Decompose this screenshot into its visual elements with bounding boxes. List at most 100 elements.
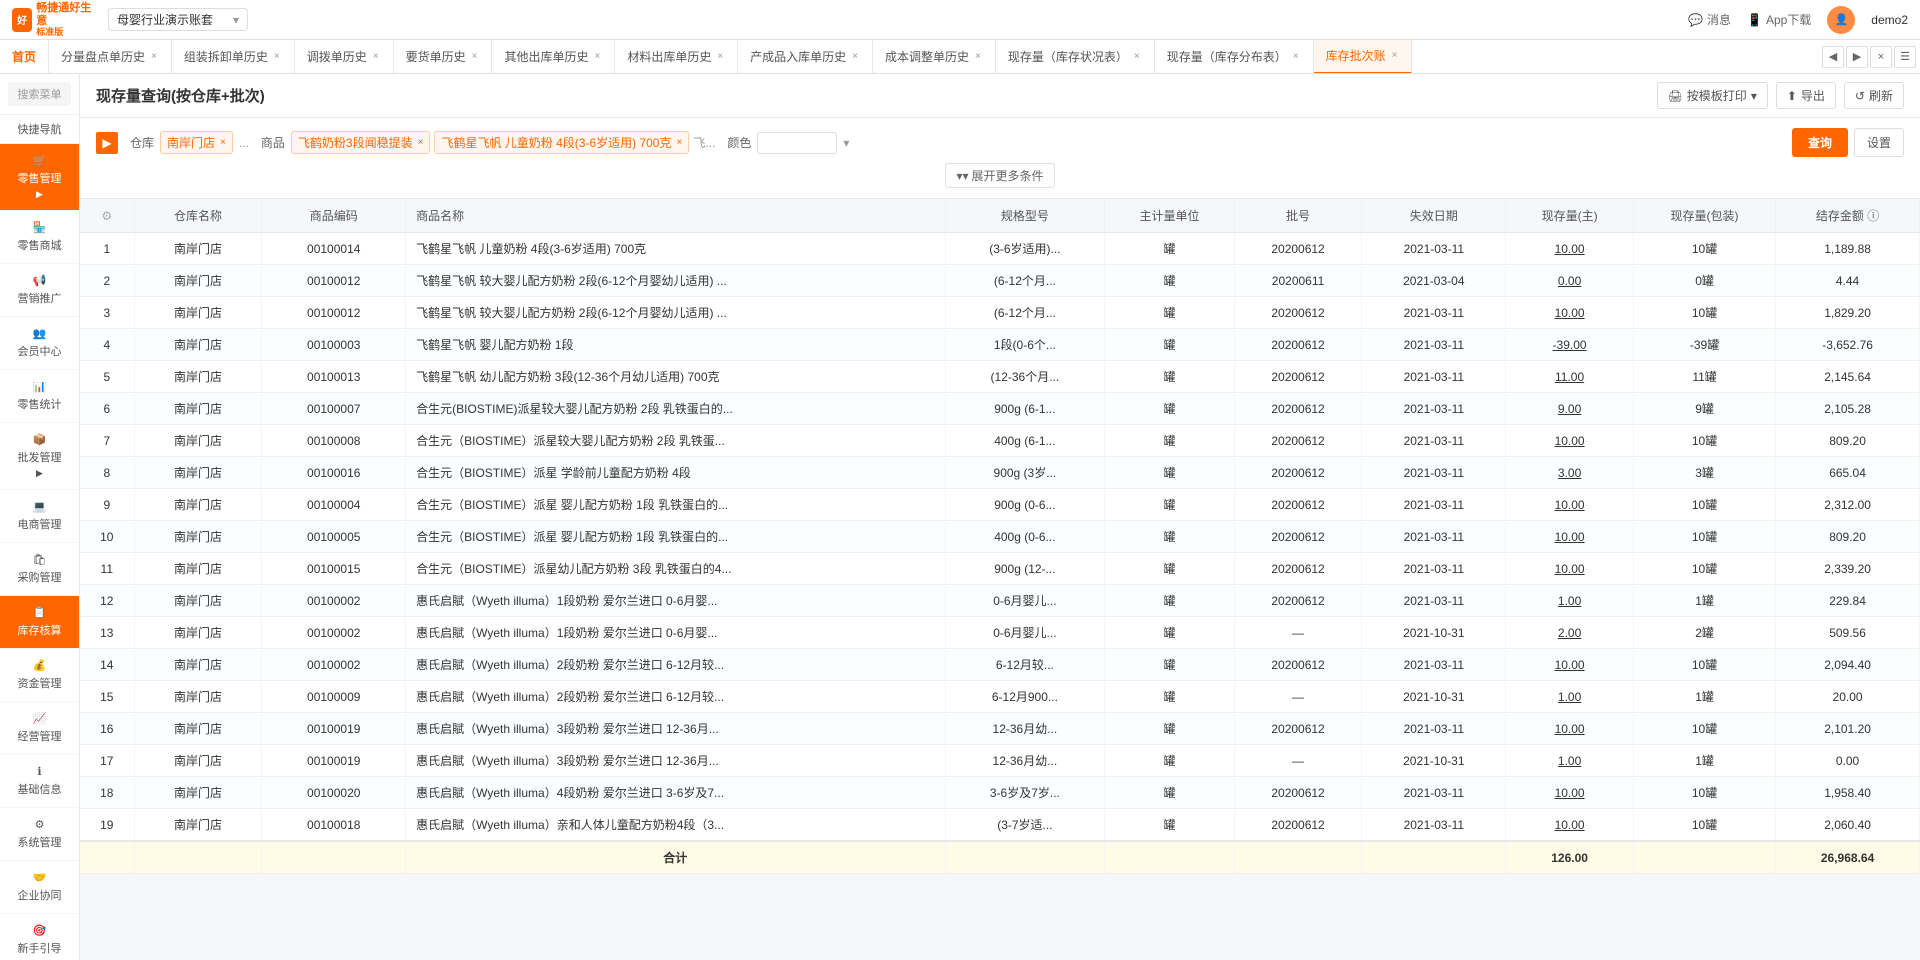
guide-label: 新手引导 [18, 940, 62, 956]
sidebar-item-member[interactable]: 👥 会员中心 [0, 317, 79, 370]
tab-3-close[interactable]: × [371, 50, 381, 63]
row-qty[interactable]: 10.00 [1506, 233, 1634, 265]
message-btn[interactable]: 💬 消息 [1688, 11, 1731, 28]
product-more[interactable]: 飞... [693, 134, 715, 151]
wholesale-icon: 📦 [33, 433, 47, 446]
export-btn[interactable]: ⬆ 导出 [1776, 82, 1836, 109]
sidebar-item-ecommerce[interactable]: 💻 电商管理 [0, 490, 79, 543]
tab-10[interactable]: 现存量（库存分布表） × [1155, 40, 1314, 74]
row-qty[interactable]: -39.00 [1506, 329, 1634, 361]
sidebar-item-retail-mall[interactable]: 🏪 零售商城 [0, 211, 79, 264]
retail-stats-label: 零售统计 [18, 396, 62, 412]
tab-2[interactable]: 组装拆卸单历史 × [172, 40, 295, 74]
tab-8-close[interactable]: × [973, 50, 983, 63]
row-qty[interactable]: 10.00 [1506, 649, 1634, 681]
sidebar-item-basic-info[interactable]: ℹ 基础信息 [0, 755, 79, 808]
row-qty[interactable]: 2.00 [1506, 617, 1634, 649]
search-menu-label[interactable]: 搜索菜单 [8, 82, 71, 106]
industry-selector[interactable]: 母婴行业演示账套 ▾ [108, 8, 248, 31]
row-qty[interactable]: 10.00 [1506, 489, 1634, 521]
expand-conditions-btn[interactable]: ▾▾ 展开更多条件 [945, 163, 1054, 188]
sidebar-shortcut[interactable]: 快捷导航 [0, 115, 79, 144]
header-row: ⚙ 仓库名称 商品编码 商品名称 规格型号 [80, 199, 1920, 233]
row-qty[interactable]: 10.00 [1506, 521, 1634, 553]
tab-11[interactable]: 库存批次账 × [1314, 40, 1413, 74]
row-qty[interactable]: 10.00 [1506, 553, 1634, 585]
sidebar-item-retail-mgmt[interactable]: 🛒 零售管理 ▶ [0, 144, 79, 211]
tab-8[interactable]: 成本调整单历史 × [873, 40, 996, 74]
app-download-btn[interactable]: 📱 App下载 [1747, 11, 1811, 28]
row-no: 14 [80, 649, 134, 681]
tab-4-close[interactable]: × [470, 50, 480, 63]
sidebar-item-wholesale[interactable]: 📦 批发管理 ▶ [0, 423, 79, 490]
row-unit: 罐 [1105, 297, 1234, 329]
tab-2-close[interactable]: × [272, 50, 282, 63]
sidebar-item-operations[interactable]: 📈 经营管理 [0, 702, 79, 755]
product-tag-1-close-icon[interactable]: × [418, 137, 424, 148]
row-code: 00100007 [262, 393, 406, 425]
sidebar-item-marketing[interactable]: 📢 营销推广 [0, 264, 79, 317]
product-tag-2[interactable]: 飞鹤星飞帆 儿童奶粉 4段(3-6岁适用) 700克 × [434, 131, 689, 154]
tab-menu-btn[interactable]: ☰ [1894, 46, 1916, 68]
tab-5-close[interactable]: × [592, 50, 602, 63]
sidebar-item-finance[interactable]: 💰 资金管理 [0, 649, 79, 702]
tab-prev-btn[interactable]: ◀ [1822, 46, 1844, 68]
settings-icon[interactable]: ⚙ [101, 209, 112, 223]
setting-btn[interactable]: 设置 [1854, 128, 1904, 157]
row-qty[interactable]: 11.00 [1506, 361, 1634, 393]
row-qty[interactable]: 10.00 [1506, 425, 1634, 457]
row-qty[interactable]: 10.00 [1506, 777, 1634, 809]
tab-7-close[interactable]: × [850, 50, 860, 63]
table-row: 15 南岸门店 00100009 惠氏启賦（Wyeth illuma）2段奶粉 … [80, 681, 1920, 713]
color-input[interactable] [757, 132, 837, 154]
tab-6-close[interactable]: × [715, 50, 725, 63]
row-qty[interactable]: 10.00 [1506, 713, 1634, 745]
tab-home[interactable]: 首页 [0, 40, 49, 74]
row-qty[interactable]: 1.00 [1506, 745, 1634, 777]
tab-3[interactable]: 调拨单历史 × [295, 40, 394, 74]
tab-close-all-btn[interactable]: × [1870, 46, 1892, 68]
product-tag-1[interactable]: 飞鹤奶粉3段闻稳提装 × [291, 131, 431, 154]
tab-1[interactable]: 分量盘点单历史 × [49, 40, 172, 74]
tab-1-close[interactable]: × [149, 50, 159, 63]
row-qty[interactable]: 9.00 [1506, 393, 1634, 425]
row-qty[interactable]: 1.00 [1506, 681, 1634, 713]
row-code: 00100018 [262, 809, 406, 842]
sidebar-item-inventory[interactable]: 📋 库存核算 [0, 596, 79, 649]
col-settings-header[interactable]: ⚙ [80, 199, 134, 233]
product-tag-2-close-icon[interactable]: × [676, 137, 682, 148]
tab-11-close[interactable]: × [1390, 49, 1400, 62]
tab-7[interactable]: 产成品入库单历史 × [738, 40, 873, 74]
filter-expand-arrow[interactable]: ▶ [96, 132, 118, 154]
print-btn[interactable]: 🖨 按模板打印 ▾ [1657, 82, 1768, 109]
row-no: 4 [80, 329, 134, 361]
tab-5[interactable]: 其他出库单历史 × [492, 40, 615, 74]
warehouse-tag[interactable]: 南岸门店 × [160, 131, 233, 154]
row-qty[interactable]: 10.00 [1506, 297, 1634, 329]
tab-10-close[interactable]: × [1291, 50, 1301, 63]
sidebar-item-system[interactable]: ⚙ 系统管理 [0, 808, 79, 861]
tab-9-close[interactable]: × [1132, 50, 1142, 63]
warehouse-tag-close-icon[interactable]: × [220, 137, 226, 148]
row-qty[interactable]: 3.00 [1506, 457, 1634, 489]
tab-next-btn[interactable]: ▶ [1846, 46, 1868, 68]
sidebar-search-area[interactable]: 搜索菜单 [0, 74, 79, 115]
row-amount: 4.44 [1776, 265, 1920, 297]
row-warehouse: 南岸门店 [134, 617, 262, 649]
query-btn[interactable]: 查询 [1792, 128, 1848, 157]
sidebar-item-enterprise[interactable]: 🤝 企业协同 [0, 861, 79, 914]
sidebar-item-purchase[interactable]: 🛍 采购管理 [0, 543, 79, 596]
tab-9[interactable]: 现存量（库存状况表） × [996, 40, 1155, 74]
tab-4[interactable]: 要货单历史 × [394, 40, 493, 74]
row-qty[interactable]: 10.00 [1506, 809, 1634, 842]
color-dropdown-icon[interactable]: ▾ [843, 136, 849, 150]
user-avatar[interactable]: 👤 [1827, 6, 1855, 34]
refresh-btn[interactable]: ↺ 刷新 [1844, 82, 1904, 109]
row-qty[interactable]: 0.00 [1506, 265, 1634, 297]
tab-6[interactable]: 材料出库单历史 × [615, 40, 738, 74]
sidebar-item-guide[interactable]: 🎯 新手引导 [0, 914, 79, 960]
row-qty[interactable]: 1.00 [1506, 585, 1634, 617]
sidebar-item-retail-stats[interactable]: 📊 零售统计 [0, 370, 79, 423]
warehouse-more[interactable]: ... [239, 136, 249, 150]
row-spec: 0-6月婴儿... [945, 585, 1105, 617]
